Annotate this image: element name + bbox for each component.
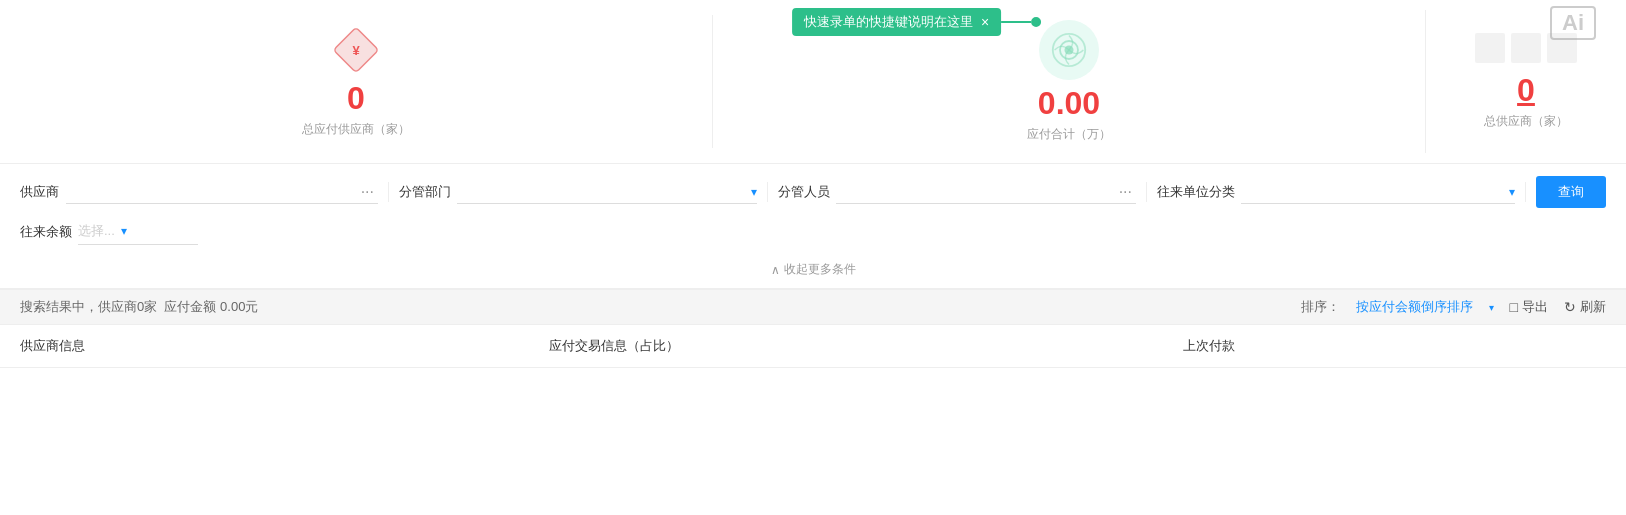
collapse-icon: ∧ [771, 263, 780, 277]
results-text-1: 搜索结果中，供应商 [20, 299, 137, 314]
table-header: 供应商信息 应付交易信息（占比） 上次付款 [0, 325, 1626, 368]
results-bar: 搜索结果中，供应商0家 应付金额 0.00元 排序： 按应付会额倒序排序 ▾ □… [0, 289, 1626, 325]
department-arrow: ▾ [751, 185, 757, 199]
balance-arrow[interactable]: ▾ [121, 224, 127, 238]
collapse-button[interactable]: ∧ 收起更多条件 [771, 261, 856, 278]
refresh-button[interactable]: ↻ 刷新 [1564, 298, 1606, 316]
stat-placeholder-graphic [1475, 33, 1577, 63]
tooltip-dot [1031, 17, 1041, 27]
supplier-filter: 供应商 ··· [20, 180, 378, 204]
department-select[interactable] [457, 180, 751, 203]
svg-text:¥: ¥ [352, 43, 360, 58]
department-filter: 分管部门 ▾ [399, 180, 757, 204]
results-amount-value: 0.00元 [220, 299, 258, 314]
supplier-dots-btn[interactable]: ··· [357, 183, 378, 201]
tooltip-text: 快速录单的快捷键说明在这里 [804, 13, 973, 31]
supplier-input-wrap: ··· [66, 180, 378, 204]
collapse-label: 收起更多条件 [784, 261, 856, 278]
balance-filter: 往来余额 选择... ▾ [20, 218, 198, 245]
amount-icon [1039, 20, 1099, 80]
unit-category-select[interactable] [1241, 180, 1509, 203]
export-icon: □ [1510, 299, 1518, 315]
table-col-transaction: 应付交易信息（占比） [549, 337, 1183, 355]
stat-total-suppliers: Ai 0 总供应商（家） [1426, 23, 1626, 140]
total-payable-label: 总应付供应商（家） [302, 121, 410, 138]
results-prefix: 搜索结果中，供应商0家 应付金额 0.00元 [20, 298, 258, 316]
divider-4 [1525, 182, 1526, 202]
total-amount-value: 0.00 [1038, 84, 1100, 122]
shortcut-tooltip: 快速录单的快捷键说明在这里 × [792, 8, 1001, 36]
filter-bar: 供应商 ··· 分管部门 ▾ 分管人员 ··· [0, 164, 1626, 289]
refresh-label: 刷新 [1580, 298, 1606, 316]
department-select-wrap: ▾ [457, 180, 757, 204]
balance-select-wrap: 选择... ▾ [78, 218, 198, 245]
unit-category-filter: 往来单位分类 ▾ [1157, 180, 1515, 204]
manager-filter: 分管人员 ··· [778, 180, 1136, 204]
diamond-logo-icon: ¥ [331, 25, 381, 75]
total-suppliers-value: 0 [1517, 71, 1535, 109]
manager-input[interactable] [836, 180, 1115, 203]
filter-row-2: 往来余额 选择... ▾ [20, 218, 1606, 245]
sort-arrow-icon[interactable]: ▾ [1489, 302, 1494, 313]
divider-1 [388, 182, 389, 202]
results-amount-label: 应付金额 [164, 299, 216, 314]
filter-row-1: 供应商 ··· 分管部门 ▾ 分管人员 ··· [20, 176, 1606, 208]
refresh-icon: ↻ [1564, 299, 1576, 315]
table-body [0, 368, 1626, 515]
unit-category-arrow: ▾ [1509, 185, 1515, 199]
total-payable-value: 0 [347, 79, 365, 117]
supplier-label: 供应商 [20, 183, 60, 201]
manager-label: 分管人员 [778, 183, 830, 201]
manager-dots-btn[interactable]: ··· [1115, 183, 1136, 201]
table-col-lastpay: 上次付款 [1183, 337, 1606, 355]
balance-label: 往来余额 [20, 223, 72, 241]
collapse-row: ∧ 收起更多条件 [20, 255, 1606, 288]
unit-category-select-wrap: ▾ [1241, 180, 1515, 204]
divider-2 [767, 182, 768, 202]
sort-value-btn[interactable]: 按应付会额倒序排序 [1356, 298, 1473, 316]
total-amount-label: 应付合计（万） [1027, 126, 1111, 143]
manager-input-wrap: ··· [836, 180, 1136, 204]
results-supplier-count: 0家 [137, 299, 157, 314]
stat-total-payable: ¥ 0 总应付供应商（家） [0, 15, 713, 148]
supplier-input[interactable] [66, 180, 357, 203]
results-actions: 排序： 按应付会额倒序排序 ▾ □ 导出 ↻ 刷新 [1301, 298, 1606, 316]
table-col-supplier: 供应商信息 [20, 337, 549, 355]
sort-label: 排序： [1301, 298, 1340, 316]
stats-bar: ¥ 0 总应付供应商（家） 0.00 应付合计（万） 快速录单的快捷键说明在这里… [0, 0, 1626, 164]
export-button[interactable]: □ 导出 [1510, 298, 1548, 316]
total-suppliers-label: 总供应商（家） [1484, 113, 1568, 130]
results-info: 搜索结果中，供应商0家 应付金额 0.00元 [20, 298, 258, 316]
tooltip-close-btn[interactable]: × [981, 15, 989, 29]
query-button[interactable]: 查询 [1536, 176, 1606, 208]
unit-category-label: 往来单位分类 [1157, 183, 1235, 201]
export-label: 导出 [1522, 298, 1548, 316]
divider-3 [1146, 182, 1147, 202]
balance-placeholder: 选择... [78, 218, 115, 244]
department-label: 分管部门 [399, 183, 451, 201]
